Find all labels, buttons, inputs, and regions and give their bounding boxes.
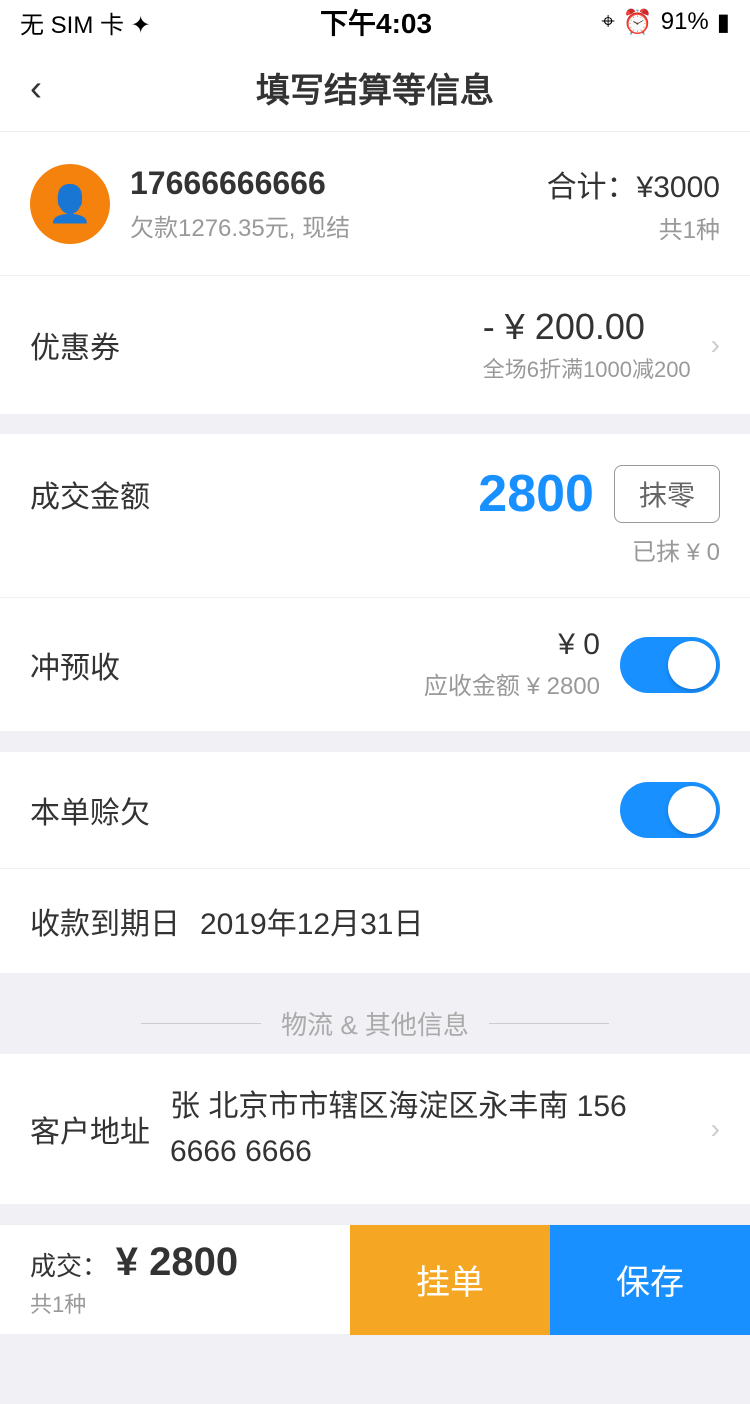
duedate-section: 收款到期日 2019年12月31日	[0, 869, 750, 973]
logistics-label: 物流 & 其他信息	[141, 1005, 609, 1042]
address-label: 客户地址	[30, 1107, 150, 1151]
avatar: 👤	[30, 164, 110, 244]
logistics-divider: 物流 & 其他信息	[0, 993, 750, 1053]
customer-info: 17666666666 欠款1276.35元, 现结	[130, 165, 350, 243]
amount-value: 2800	[478, 464, 594, 524]
toggle-knob	[668, 641, 716, 689]
status-time: 下午4:03	[320, 2, 432, 42]
customer-left: 👤 17666666666 欠款1276.35元, 现结	[30, 164, 350, 244]
coupon-section[interactable]: 优惠券 - ¥ 200.00 全场6折满1000减200 ›	[0, 276, 750, 414]
precollect-toggle[interactable]	[620, 637, 720, 693]
bottom-deal-label: 成交：	[30, 1251, 108, 1281]
bottom-deal-amount: ¥ 2800	[116, 1240, 238, 1284]
amount-sub: 已抹 ¥ 0	[30, 532, 720, 567]
status-right: ⌖ ⏰ 91% ▮	[601, 8, 730, 37]
address-section[interactable]: 客户地址 张 北京市市辖区海淀区永丰南 156 6666 6666 ›	[0, 1054, 750, 1204]
avatar-icon: 👤	[48, 183, 93, 225]
precollect-right: ¥ 0 应收金额 ¥ 2800	[424, 628, 720, 701]
debit-section: 本单赊欠	[0, 752, 750, 868]
status-bar: 无 SIM 卡 ✦ 下午4:03 ⌖ ⏰ 91% ▮	[0, 0, 750, 44]
debit-label: 本单赊欠	[30, 788, 150, 832]
section-divider-2	[0, 731, 750, 751]
amount-row: 成交金额 2800 抹零	[30, 464, 720, 524]
logistics-line-right	[489, 1023, 609, 1024]
amount-label: 成交金额	[30, 472, 150, 516]
hold-button[interactable]: 挂单	[350, 1225, 550, 1335]
duedate-value: 2019年12月31日	[200, 899, 423, 943]
duedate-row: 收款到期日 2019年12月31日	[30, 899, 720, 943]
debit-toggle[interactable]	[620, 782, 720, 838]
amount-right: 2800 抹零	[478, 464, 720, 524]
precollect-values: ¥ 0 应收金额 ¥ 2800	[424, 628, 600, 701]
precollect-section: 冲预收 ¥ 0 应收金额 ¥ 2800	[0, 598, 750, 731]
back-button[interactable]: ‹	[30, 67, 42, 109]
precollect-sub: 应收金额 ¥ 2800	[424, 666, 600, 701]
coupon-chevron-icon: ›	[711, 329, 720, 361]
location-icon: ⌖	[601, 8, 615, 36]
logistics-text: 物流 & 其他信息	[281, 1005, 469, 1042]
round-button[interactable]: 抹零	[614, 465, 720, 523]
page-title: 填写结算等信息	[256, 63, 494, 112]
section-divider-1	[0, 414, 750, 434]
battery-label: 91%	[661, 8, 709, 36]
amount-section: 成交金额 2800 抹零 已抹 ¥ 0	[0, 434, 750, 597]
address-value: 张 北京市市辖区海淀区永丰南 156 6666 6666	[170, 1084, 701, 1174]
logistics-line-left	[141, 1023, 261, 1024]
total-count: 共1种	[547, 210, 720, 245]
precollect-label: 冲预收	[30, 643, 120, 687]
sim-label: 无 SIM 卡 ✦	[20, 5, 151, 40]
bottom-summary: 成交： ¥ 2800 共1种	[0, 1240, 350, 1319]
status-left: 无 SIM 卡 ✦	[20, 5, 151, 40]
duedate-label: 收款到期日	[30, 899, 180, 943]
total-amount: 合计：¥3000	[547, 162, 720, 206]
address-chevron-icon: ›	[711, 1113, 720, 1145]
customer-debt: 欠款1276.35元, 现结	[130, 208, 350, 243]
nav-bar: ‹ 填写结算等信息	[0, 44, 750, 132]
battery-icon: ▮	[717, 8, 730, 37]
precollect-amount: ¥ 0	[424, 628, 600, 662]
save-button[interactable]: 保存	[550, 1225, 750, 1335]
debit-toggle-knob	[668, 786, 716, 834]
coupon-discount: - ¥ 200.00	[483, 306, 691, 348]
customer-section: 👤 17666666666 欠款1276.35元, 现结 合计：¥3000 共1…	[0, 132, 750, 275]
bottom-deal-row: 成交： ¥ 2800	[30, 1240, 320, 1285]
coupon-label: 优惠券	[30, 323, 120, 367]
coupon-desc: 全场6折满1000减200	[483, 352, 691, 384]
bottom-count: 共1种	[30, 1287, 320, 1319]
coupon-right: - ¥ 200.00 全场6折满1000减200 ›	[483, 306, 720, 384]
alarm-icon: ⏰	[623, 8, 653, 37]
customer-phone: 17666666666	[130, 165, 350, 202]
bottom-bar: 成交： ¥ 2800 共1种 挂单 保存	[0, 1224, 750, 1334]
customer-right: 合计：¥3000 共1种	[547, 162, 720, 245]
precollect-row: 冲预收 ¥ 0 应收金额 ¥ 2800	[30, 628, 720, 701]
coupon-info: - ¥ 200.00 全场6折满1000减200	[483, 306, 691, 384]
